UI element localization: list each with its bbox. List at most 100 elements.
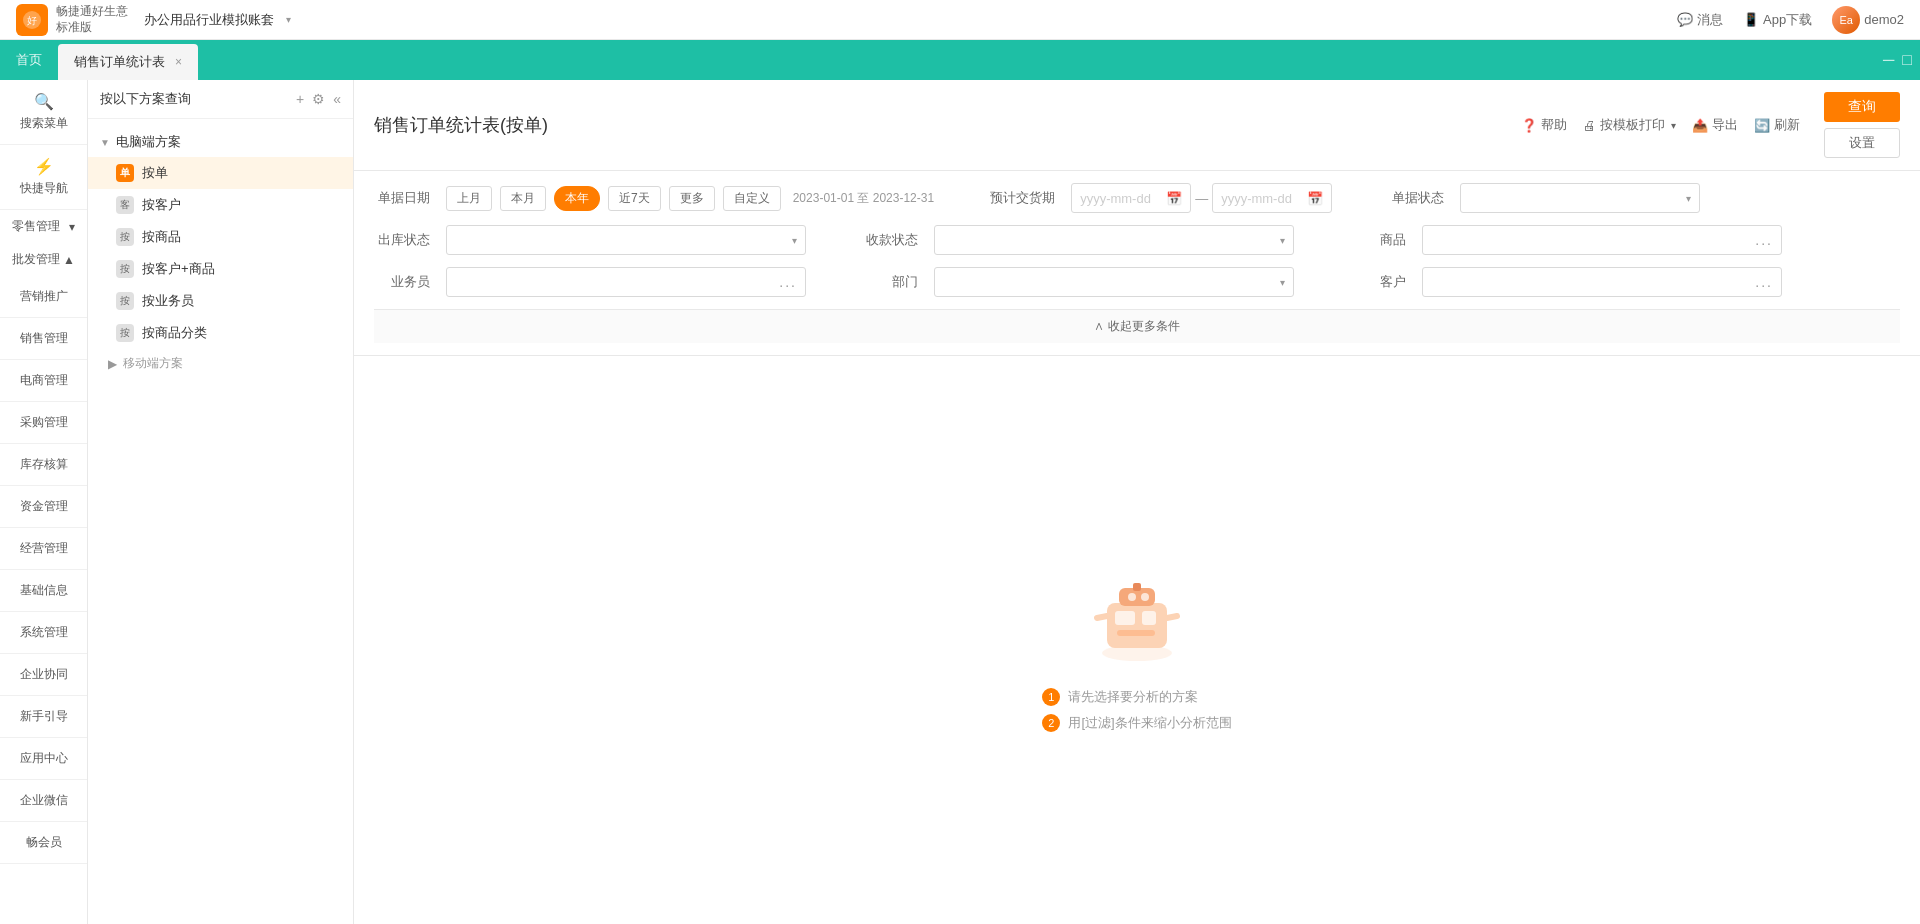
collapse-bar[interactable]: ∧ 收起更多条件 bbox=[374, 309, 1900, 343]
query-button[interactable]: 查询 bbox=[1824, 92, 1900, 122]
scheme-icon-by-goods: 按 bbox=[116, 228, 134, 246]
scheme-item-by-customer[interactable]: 客 按客户 bbox=[88, 189, 353, 221]
sidebar-item-member[interactable]: 畅会员 bbox=[0, 822, 87, 864]
tip2-number: 2 bbox=[1042, 714, 1060, 732]
app-dropdown-arrow[interactable]: ▾ bbox=[286, 14, 291, 25]
print-dropdown-icon[interactable]: ▾ bbox=[1671, 120, 1676, 131]
collapse-panel-button[interactable]: « bbox=[333, 91, 341, 107]
refresh-icon: 🔄 bbox=[1754, 118, 1770, 133]
customer-select[interactable]: ... bbox=[1422, 267, 1782, 297]
sidebar-item-quicknav[interactable]: ⚡ 快捷导航 bbox=[0, 145, 87, 210]
app-title: 办公用品行业模拟账套 bbox=[144, 11, 274, 29]
left-panel-header: 按以下方案查询 + ⚙ « bbox=[88, 80, 353, 119]
print-icon: 🖨 bbox=[1583, 118, 1596, 133]
date-btn-7days[interactable]: 近7天 bbox=[608, 186, 661, 211]
date-btn-last-month[interactable]: 上月 bbox=[446, 186, 492, 211]
tip1-text: 请先选择要分析的方案 bbox=[1068, 688, 1198, 706]
sidebar-item-enterprise[interactable]: 企业协同 bbox=[0, 654, 87, 696]
add-scheme-button[interactable]: + bbox=[296, 91, 304, 107]
scheme-item-by-cust-goods[interactable]: 按 按客户+商品 bbox=[88, 253, 353, 285]
help-button[interactable]: ❓ 帮助 bbox=[1521, 116, 1567, 134]
window-minimize-button[interactable]: ─ bbox=[1883, 51, 1894, 69]
scheme-label-by-goods: 按商品 bbox=[142, 228, 181, 246]
settings-scheme-button[interactable]: ⚙ bbox=[312, 91, 325, 107]
scheme-item-by-salesperson[interactable]: 按 按业务员 bbox=[88, 285, 353, 317]
wholesale-expand-icon: ▲ bbox=[63, 253, 75, 267]
sidebar-item-appcenter[interactable]: 应用中心 bbox=[0, 738, 87, 780]
logo-text: 畅捷通好生意 标准版 bbox=[56, 4, 128, 35]
scheme-tree: ▼ 电脑端方案 单 按单 客 按客户 bbox=[88, 119, 353, 924]
customer-dots[interactable]: ... bbox=[1755, 274, 1773, 290]
scheme-icon-by-salesperson: 按 bbox=[116, 292, 134, 310]
pc-group-header[interactable]: ▼ 电脑端方案 bbox=[88, 127, 353, 157]
topbar: 好 畅捷通好生意 标准版 办公用品行业模拟账套 ▾ 💬 消息 📱 App下载 E… bbox=[0, 0, 1920, 40]
expected-date-start-input[interactable]: yyyy-mm-dd 📅 bbox=[1071, 183, 1191, 213]
scheme-item-by-goods[interactable]: 按 按商品 bbox=[88, 221, 353, 253]
sidebar-item-purchase[interactable]: 采购管理 bbox=[0, 402, 87, 444]
expected-date-end-input[interactable]: yyyy-mm-dd 📅 bbox=[1212, 183, 1332, 213]
sidebar-item-sales[interactable]: 销售管理 bbox=[0, 318, 87, 360]
sidebar-item-search[interactable]: 🔍 搜索菜单 bbox=[0, 80, 87, 145]
ship-status-select[interactable]: ▾ bbox=[446, 225, 806, 255]
salesperson-select[interactable]: ... bbox=[446, 267, 806, 297]
pay-status-select[interactable]: ▾ bbox=[934, 225, 1294, 255]
sidebar-item-ecommerce[interactable]: 电商管理 bbox=[0, 360, 87, 402]
dept-label: 部门 bbox=[862, 273, 918, 291]
date-label: 单据日期 bbox=[374, 189, 430, 207]
export-button[interactable]: 📤 导出 bbox=[1692, 116, 1738, 134]
dept-select[interactable]: ▾ bbox=[934, 267, 1294, 297]
window-maximize-button[interactable]: □ bbox=[1902, 51, 1912, 69]
sidebar-item-marketing[interactable]: 营销推广 bbox=[0, 276, 87, 318]
scheme-icon-by-cust-goods: 按 bbox=[116, 260, 134, 278]
filter-settings-button[interactable]: 设置 bbox=[1824, 128, 1900, 158]
date-range-text: 2023-01-01 至 2023-12-31 bbox=[793, 190, 934, 207]
bill-status-select[interactable]: ▾ bbox=[1460, 183, 1700, 213]
svg-rect-5 bbox=[1142, 611, 1156, 625]
mobile-group-header[interactable]: ▶ 移动端方案 bbox=[88, 349, 353, 378]
scheme-item-by-order[interactable]: 单 按单 bbox=[88, 157, 353, 189]
date-btn-more[interactable]: 更多 bbox=[669, 186, 715, 211]
empty-state: 1 请先选择要分析的方案 2 用[过滤]条件来缩小分析范围 bbox=[354, 356, 1920, 924]
sidebar-item-operation[interactable]: 经营管理 bbox=[0, 528, 87, 570]
goods-dots[interactable]: ... bbox=[1755, 232, 1773, 248]
date-btn-this-year[interactable]: 本年 bbox=[554, 186, 600, 211]
bill-status-arrow: ▾ bbox=[1686, 193, 1691, 204]
mobile-scheme-group: ▶ 移动端方案 bbox=[88, 349, 353, 378]
expected-date-start-wrapper: yyyy-mm-dd 📅 — yyyy-mm-dd 📅 bbox=[1071, 183, 1332, 213]
message-button[interactable]: 💬 消息 bbox=[1677, 11, 1723, 29]
svg-point-8 bbox=[1128, 593, 1136, 601]
sidebar-item-newuser[interactable]: 新手引导 bbox=[0, 696, 87, 738]
date-separator: — bbox=[1195, 191, 1208, 206]
tab-home[interactable]: 首页 bbox=[0, 40, 58, 80]
svg-line-12 bbox=[1167, 616, 1177, 618]
filter-row-1: 单据日期 上月 本月 本年 近7天 更多 自定义 2023-01-01 至 20… bbox=[374, 183, 1900, 213]
sidebar-item-retail[interactable]: 零售管理 ▾ bbox=[0, 210, 87, 243]
nav-tabs: 首页 销售订单统计表 × ─ □ bbox=[0, 40, 1920, 80]
sidebar-item-finance[interactable]: 资金管理 bbox=[0, 486, 87, 528]
retail-expand-icon: ▾ bbox=[69, 220, 75, 234]
main-layout: 🔍 搜索菜单 ⚡ 快捷导航 零售管理 ▾ 批发管理 ▲ 营销推广 销售管理 电商… bbox=[0, 80, 1920, 924]
tab-sales-order-stats[interactable]: 销售订单统计表 × bbox=[58, 44, 198, 80]
filter-area: 单据日期 上月 本月 本年 近7天 更多 自定义 2023-01-01 至 20… bbox=[354, 171, 1920, 356]
salesperson-dots[interactable]: ... bbox=[779, 274, 797, 290]
date-btn-this-month[interactable]: 本月 bbox=[500, 186, 546, 211]
sidebar-item-system[interactable]: 系统管理 bbox=[0, 612, 87, 654]
expected-date-label: 预计交货期 bbox=[990, 189, 1055, 207]
goods-select[interactable]: ... bbox=[1422, 225, 1782, 255]
date-btn-custom[interactable]: 自定义 bbox=[723, 186, 781, 211]
sidebar-item-basic[interactable]: 基础信息 bbox=[0, 570, 87, 612]
sidebar-item-corpwechat[interactable]: 企业微信 bbox=[0, 780, 87, 822]
refresh-button[interactable]: 🔄 刷新 bbox=[1754, 116, 1800, 134]
app-download-button[interactable]: 📱 App下载 bbox=[1743, 11, 1812, 29]
tab-close-icon[interactable]: × bbox=[175, 55, 182, 69]
tip2-text: 用[过滤]条件来缩小分析范围 bbox=[1068, 714, 1231, 732]
sidebar-item-wholesale[interactable]: 批发管理 ▲ bbox=[0, 243, 87, 276]
topbar-left: 好 畅捷通好生意 标准版 办公用品行业模拟账套 ▾ bbox=[16, 4, 291, 36]
left-panel-title: 按以下方案查询 bbox=[100, 90, 191, 108]
goods-label: 商品 bbox=[1350, 231, 1406, 249]
user-profile[interactable]: Ea demo2 bbox=[1832, 6, 1904, 34]
print-button[interactable]: 🖨 按模板打印 ▾ bbox=[1583, 116, 1676, 134]
sidebar-item-inventory[interactable]: 库存核算 bbox=[0, 444, 87, 486]
svg-line-11 bbox=[1097, 616, 1107, 618]
scheme-item-by-goods-cat[interactable]: 按 按商品分类 bbox=[88, 317, 353, 349]
